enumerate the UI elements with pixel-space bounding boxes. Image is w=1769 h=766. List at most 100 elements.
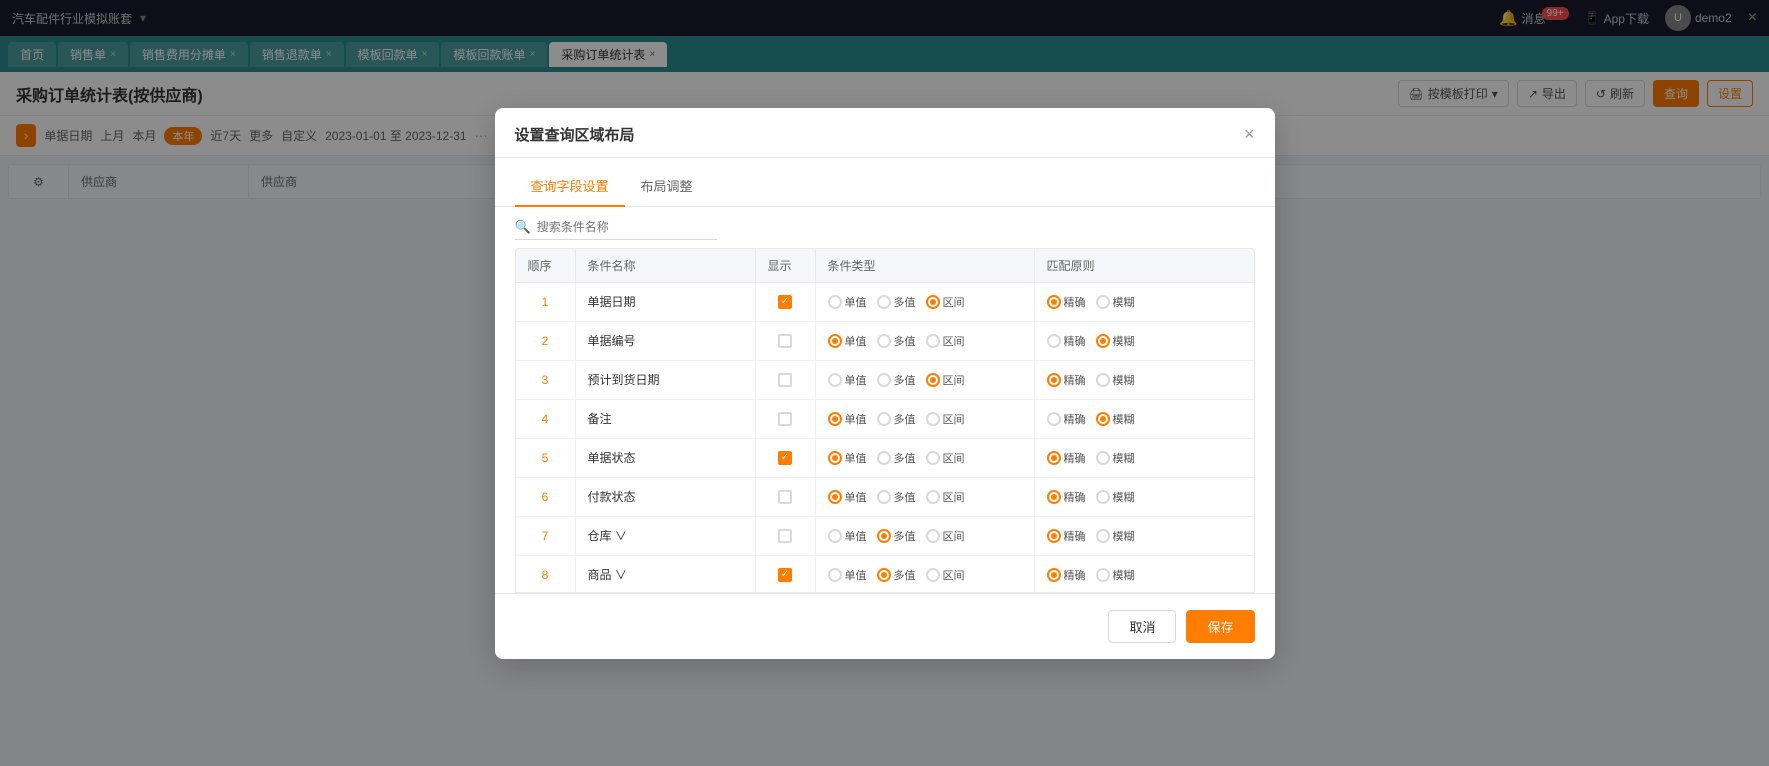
radio-principle-item[interactable]: 模糊 [1096, 294, 1135, 310]
modal-dialog: 设置查询区域布局 × 查询字段设置 布局调整 🔍 顺序 条件名称 显示 [495, 108, 1275, 659]
checkbox[interactable] [778, 373, 792, 387]
radio-label: 区间 [943, 372, 965, 388]
radio-type-item[interactable]: 单值 [828, 528, 867, 544]
cell-checkbox[interactable] [756, 517, 816, 555]
radio-principle-item[interactable]: 精确 [1047, 489, 1086, 505]
radio-type-item[interactable]: 区间 [926, 333, 965, 349]
radio-type-item[interactable]: 多值 [877, 294, 916, 310]
cell-principle: 精确 模糊 [1035, 361, 1254, 399]
radio-label: 模糊 [1113, 528, 1135, 544]
radio-principle-item[interactable]: 精确 [1047, 333, 1086, 349]
radio-type-item[interactable]: 区间 [926, 411, 965, 427]
cell-checkbox[interactable] [756, 283, 816, 321]
radio-type-item[interactable]: 单值 [828, 567, 867, 583]
th-display: 显示 [756, 249, 816, 282]
radio-circle [877, 373, 891, 387]
cell-checkbox[interactable] [756, 478, 816, 516]
radio-circle [877, 295, 891, 309]
radio-type-item[interactable]: 多值 [877, 567, 916, 583]
radio-type-item[interactable]: 多值 [877, 528, 916, 544]
radio-principle-item[interactable]: 模糊 [1096, 567, 1135, 583]
radio-label: 单值 [845, 489, 867, 505]
search-input[interactable] [537, 220, 717, 234]
radio-label: 模糊 [1113, 372, 1135, 388]
tab-layout-adjust[interactable]: 布局调整 [625, 170, 709, 207]
radio-circle [877, 451, 891, 465]
radio-type-item[interactable]: 多值 [877, 450, 916, 466]
radio-type-item[interactable]: 区间 [926, 450, 965, 466]
radio-label: 多值 [894, 489, 916, 505]
radio-principle-item[interactable]: 精确 [1047, 411, 1086, 427]
radio-type-item[interactable]: 多值 [877, 372, 916, 388]
checkbox[interactable] [778, 529, 792, 543]
radio-label: 区间 [943, 567, 965, 583]
radio-circle [877, 568, 891, 582]
cell-checkbox[interactable] [756, 400, 816, 438]
cell-checkbox[interactable] [756, 361, 816, 399]
radio-label: 精确 [1064, 450, 1086, 466]
cancel-button[interactable]: 取消 [1108, 610, 1176, 643]
radio-principle-item[interactable]: 模糊 [1096, 450, 1135, 466]
radio-type-item[interactable]: 区间 [926, 567, 965, 583]
radio-principle-item[interactable]: 精确 [1047, 528, 1086, 544]
cell-order: 3 [516, 361, 576, 399]
save-button[interactable]: 保存 [1186, 610, 1254, 643]
checkbox[interactable] [778, 295, 792, 309]
modal-close-button[interactable]: × [1244, 125, 1255, 143]
radio-circle [1047, 529, 1061, 543]
radio-label: 模糊 [1113, 294, 1135, 310]
radio-circle [926, 334, 940, 348]
cell-type: 单值 多值区间 [816, 478, 1035, 516]
radio-principle-item[interactable]: 模糊 [1096, 528, 1135, 544]
radio-type-item[interactable]: 多值 [877, 411, 916, 427]
radio-label: 单值 [845, 372, 867, 388]
radio-circle [828, 373, 842, 387]
cell-name: 商品 ∨ [576, 556, 756, 593]
cell-principle: 精确 模糊 [1035, 439, 1254, 477]
radio-label: 精确 [1064, 528, 1086, 544]
table-row: 4备注单值多值区间精确模糊 [516, 400, 1254, 439]
radio-label: 模糊 [1113, 450, 1135, 466]
radio-circle [828, 568, 842, 582]
cell-principle: 精确模糊 [1035, 478, 1254, 516]
radio-principle-item[interactable]: 模糊 [1096, 411, 1135, 427]
radio-label: 单值 [845, 411, 867, 427]
radio-principle-item[interactable]: 模糊 [1096, 333, 1135, 349]
radio-principle-item[interactable]: 精确 [1047, 567, 1086, 583]
radio-type-item[interactable]: 多值 [877, 333, 916, 349]
radio-type-item[interactable]: 区间 [926, 294, 965, 310]
radio-type-item[interactable]: 单值 [828, 333, 867, 349]
checkbox[interactable] [778, 568, 792, 582]
radio-circle [877, 334, 891, 348]
radio-principle-item[interactable]: 模糊 [1096, 372, 1135, 388]
radio-circle [1096, 295, 1110, 309]
radio-type-item[interactable]: 单值 [828, 294, 867, 310]
cell-checkbox[interactable] [756, 556, 816, 593]
radio-type-item[interactable]: 单值 [828, 411, 867, 427]
radio-circle [1047, 334, 1061, 348]
radio-type-item[interactable]: 区间 [926, 372, 965, 388]
cell-type: 单值多值区间 [816, 439, 1035, 477]
checkbox[interactable] [778, 334, 792, 348]
radio-principle-item[interactable]: 精确 [1047, 450, 1086, 466]
radio-principle-item[interactable]: 模糊 [1096, 489, 1135, 505]
radio-circle [1047, 373, 1061, 387]
radio-type-item[interactable]: 区间 [926, 489, 965, 505]
tab-query-fields[interactable]: 查询字段设置 [515, 170, 625, 207]
radio-type-item[interactable]: 多值 [877, 489, 916, 505]
radio-type-item[interactable]: 区间 [926, 528, 965, 544]
radio-label: 精确 [1064, 411, 1086, 427]
cell-checkbox[interactable] [756, 439, 816, 477]
checkbox[interactable] [778, 451, 792, 465]
checkbox[interactable] [778, 412, 792, 426]
radio-circle [828, 295, 842, 309]
radio-label: 单值 [845, 333, 867, 349]
radio-type-item[interactable]: 单值 [828, 489, 867, 505]
radio-type-item[interactable]: 单值 [828, 450, 867, 466]
checkbox[interactable] [778, 490, 792, 504]
cell-checkbox[interactable] [756, 322, 816, 360]
radio-principle-item[interactable]: 精确 [1047, 372, 1086, 388]
radio-principle-item[interactable]: 精确 [1047, 294, 1086, 310]
radio-type-item[interactable]: 单值 [828, 372, 867, 388]
cell-name: 备注 [576, 400, 756, 438]
